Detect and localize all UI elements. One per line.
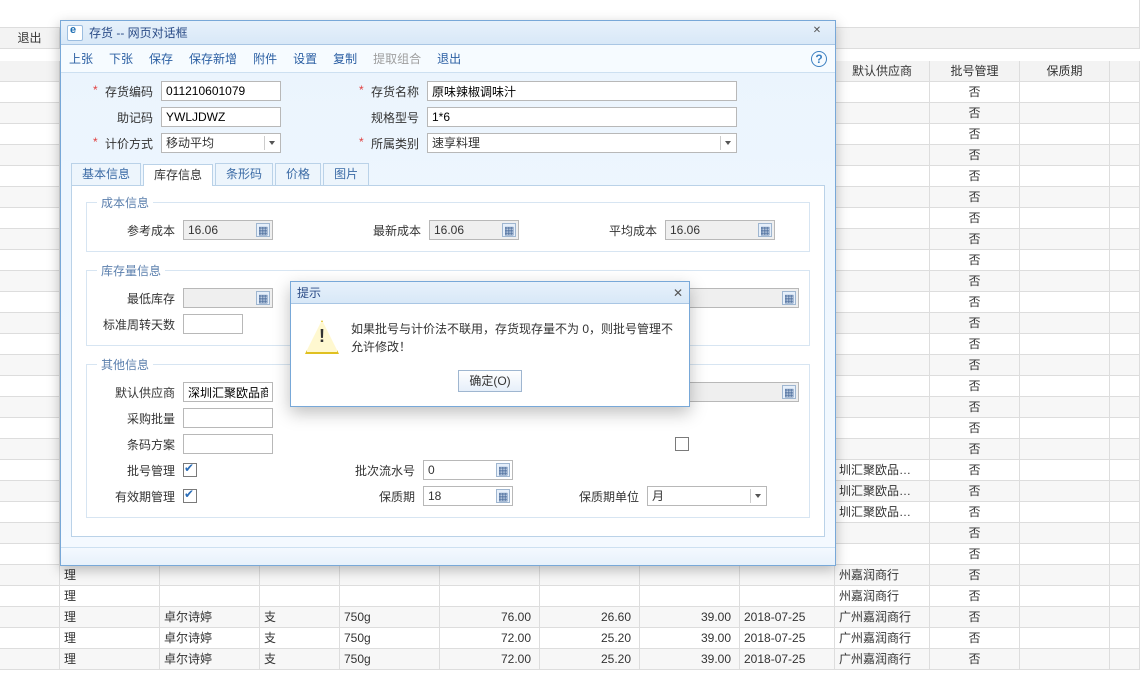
lbl-name: 存货名称: [341, 83, 427, 100]
lbl-expmgmt: 有效期管理: [97, 488, 183, 505]
field-turnover[interactable]: [183, 314, 243, 334]
menu-exit[interactable]: 退出: [437, 50, 461, 67]
field-minstock-right[interactable]: [689, 288, 799, 308]
dialog-menubar: 上张 下张 保存 保存新增 附件 设置 复制 提取组合 退出 ?: [61, 45, 835, 73]
lbl-mnem: 助记码: [75, 109, 161, 126]
lookup-icon: [758, 223, 772, 237]
lbl-refcost: 参考成本: [97, 222, 183, 239]
inventory-dialog: 存货 -- 网页对话框 ✕ 上张 下张 保存 保存新增 附件 设置 复制 提取组…: [60, 20, 836, 566]
menu-next[interactable]: 下张: [109, 50, 133, 67]
lbl-shelf: 保质期: [337, 488, 423, 505]
dialog-title-text: 存货 -- 网页对话框: [89, 24, 805, 41]
lookup-icon: [496, 463, 510, 477]
field-category-value: 速享料理: [432, 136, 480, 150]
lbl-batchmgmt: 批号管理: [97, 462, 183, 479]
lbl-serial: 批次流水号: [337, 462, 423, 479]
col-shelf: 保质期: [1020, 61, 1110, 82]
field-shelfunit[interactable]: 月: [647, 486, 767, 506]
lbl-turnover: 标准周转天数: [97, 316, 183, 333]
table-row[interactable]: 理卓尔诗婷支750g72.0025.2039.002018-07-25广州嘉润商…: [0, 649, 1140, 670]
check-expmgmt[interactable]: [183, 489, 197, 503]
menu-savenew[interactable]: 保存新增: [189, 50, 237, 67]
field-category[interactable]: 速享料理: [427, 133, 737, 153]
field-refcost[interactable]: 16.06: [183, 220, 273, 240]
col-supplier: 默认供应商: [835, 61, 930, 82]
alert-titlebar[interactable]: 提示 ✕: [291, 282, 689, 304]
tab-barcode[interactable]: 条形码: [215, 163, 273, 185]
alert-modal: 提示 ✕ 如果批号与计价法不联用，存货现存量不为 0，则批号管理不允许修改！ 确…: [290, 281, 690, 407]
lbl-pricing: 计价方式: [75, 135, 161, 152]
cost-fieldset: 成本信息 参考成本 16.06 最新成本 16.06 平均成本 16.06: [86, 194, 810, 252]
table-row[interactable]: 理州嘉润商行否: [0, 565, 1140, 586]
toolbar-exit[interactable]: 退出: [0, 28, 60, 49]
field-pricing[interactable]: 移动平均: [161, 133, 281, 153]
chevron-down-icon: [750, 489, 764, 503]
menu-extract: 提取组合: [373, 50, 421, 67]
field-supplier[interactable]: [183, 382, 273, 402]
tab-image[interactable]: 图片: [323, 163, 369, 185]
table-row[interactable]: 理州嘉润商行否: [0, 586, 1140, 607]
lbl-supplier: 默认供应商: [97, 384, 183, 401]
check-barscheme-right[interactable]: [675, 437, 689, 451]
lbl-spec: 规格型号: [341, 109, 427, 126]
lookup-icon: [256, 291, 270, 305]
field-newcost[interactable]: 16.06: [429, 220, 519, 240]
lbl-newcost: 最新成本: [343, 222, 429, 239]
table-row[interactable]: 理卓尔诗婷支750g72.0025.2039.002018-07-25广州嘉润商…: [0, 628, 1140, 649]
menu-attach[interactable]: 附件: [253, 50, 277, 67]
field-shelf[interactable]: 18: [423, 486, 513, 506]
lbl-code: 存货编码: [75, 83, 161, 100]
field-mnem[interactable]: [161, 107, 281, 127]
field-barscheme[interactable]: [183, 434, 273, 454]
help-icon[interactable]: ?: [811, 51, 827, 67]
dialog-footer: [61, 547, 835, 565]
alert-close-button[interactable]: ✕: [673, 286, 683, 300]
lookup-icon: [502, 223, 516, 237]
lbl-shelfunit: 保质期单位: [561, 488, 647, 505]
field-purchase[interactable]: [183, 408, 273, 428]
field-minstock[interactable]: [183, 288, 273, 308]
other-legend: 其他信息: [97, 356, 153, 373]
tab-price[interactable]: 价格: [275, 163, 321, 185]
check-batchmgmt[interactable]: [183, 463, 197, 477]
alert-title-text: 提示: [297, 284, 321, 301]
dialog-close-button[interactable]: ✕: [805, 25, 829, 41]
lookup-icon: [782, 291, 796, 305]
field-pricing-value: 移动平均: [166, 136, 214, 150]
lookup-icon: [782, 385, 796, 399]
dialog-titlebar[interactable]: 存货 -- 网页对话框 ✕: [61, 21, 835, 45]
field-supplier-right[interactable]: [689, 382, 799, 402]
table-row[interactable]: 理卓尔诗婷支750g76.0026.6039.002018-07-25广州嘉润商…: [0, 607, 1140, 628]
tab-stock[interactable]: 库存信息: [143, 164, 213, 186]
lbl-barscheme: 条码方案: [97, 436, 183, 453]
chevron-down-icon: [720, 136, 734, 150]
col-batch: 批号管理: [930, 61, 1020, 82]
alert-ok-button[interactable]: 确定(O): [458, 370, 521, 392]
lookup-icon: [256, 223, 270, 237]
header-form: 存货编码 存货名称 助记码 规格型号 计价方式 移动平均 所属类别 速享料理: [61, 73, 835, 159]
menu-prev[interactable]: 上张: [69, 50, 93, 67]
alert-text: 如果批号与计价法不联用，存货现存量不为 0，则批号管理不允许修改！: [351, 320, 675, 356]
field-serial[interactable]: 0: [423, 460, 513, 480]
cost-legend: 成本信息: [97, 194, 153, 211]
lbl-avgcost: 平均成本: [579, 222, 665, 239]
menu-copy[interactable]: 复制: [333, 50, 357, 67]
field-avgcost[interactable]: 16.06: [665, 220, 775, 240]
chevron-down-icon: [264, 136, 278, 150]
lbl-category: 所属类别: [341, 135, 427, 152]
stock-legend: 库存量信息: [97, 262, 165, 279]
menu-save[interactable]: 保存: [149, 50, 173, 67]
lookup-icon: [496, 489, 510, 503]
lbl-purchase: 采购批量: [97, 410, 183, 427]
tab-basic[interactable]: 基本信息: [71, 163, 141, 185]
dialog-app-icon: [67, 25, 83, 41]
warning-icon: [305, 320, 339, 354]
field-code[interactable]: [161, 81, 281, 101]
field-name[interactable]: [427, 81, 737, 101]
lbl-minstock: 最低库存: [97, 290, 183, 307]
menu-settings[interactable]: 设置: [293, 50, 317, 67]
tabstrip: 基本信息 库存信息 条形码 价格 图片: [61, 159, 835, 185]
field-spec[interactable]: [427, 107, 737, 127]
